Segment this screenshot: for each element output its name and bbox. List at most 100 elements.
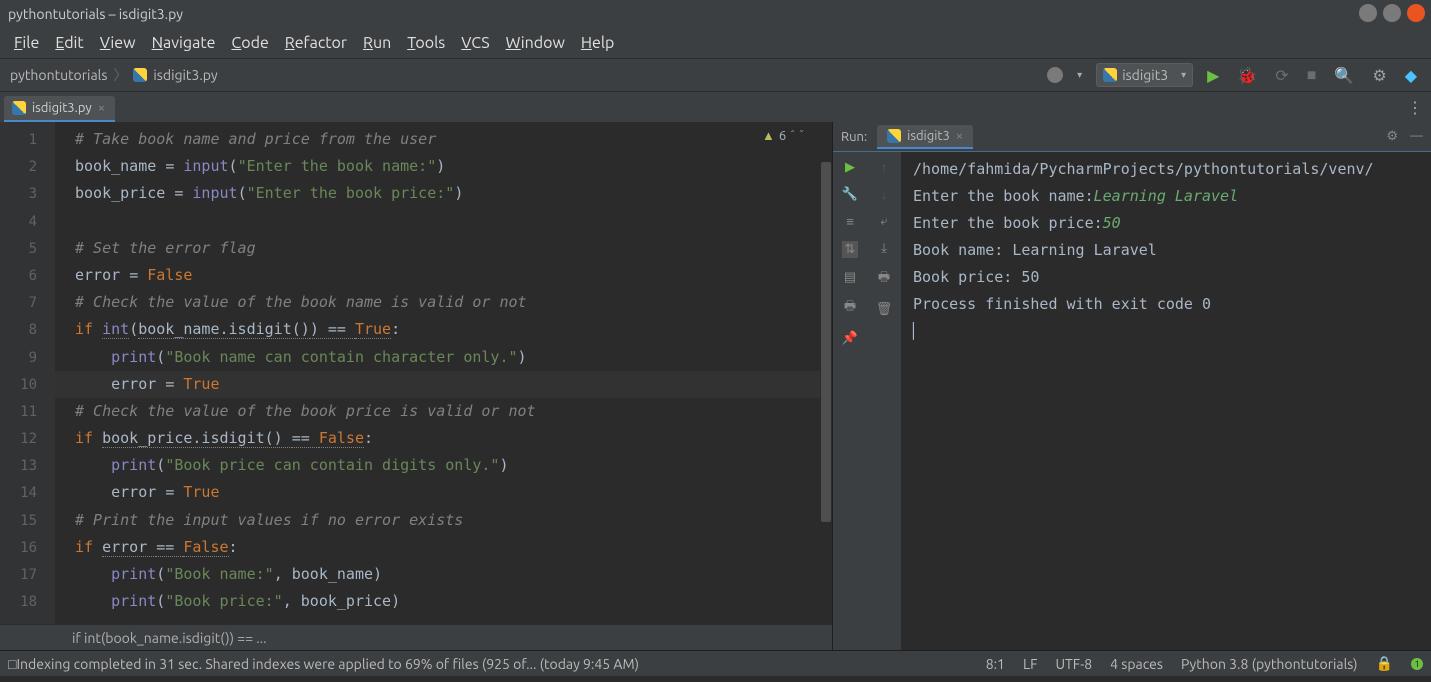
user-icon[interactable] [1047, 67, 1063, 83]
learn-icon[interactable]: ◆ [1401, 62, 1421, 89]
window-close-button[interactable] [1407, 4, 1425, 22]
window-titlebar: pythontutorials – isdigit3.py [0, 0, 1431, 28]
close-tab-icon[interactable]: × [956, 129, 963, 143]
code-line[interactable]: print("Book price can contain digits onl… [55, 452, 832, 479]
code-line[interactable]: print("Book name can contain character o… [55, 344, 832, 371]
console-line: Enter the book name:Learning Laravel [913, 183, 1431, 210]
trash-icon[interactable]: 🗑 [876, 302, 893, 317]
code-editor[interactable]: 123456789101112131415161718 # Take book … [0, 122, 832, 650]
editor-scrollbar[interactable] [820, 122, 832, 592]
close-tab-icon[interactable]: × [98, 101, 105, 115]
console-line: /home/fahmida/PycharmProjects/pythontuto… [913, 156, 1431, 183]
scroll-end-icon[interactable]: ⤓ [881, 241, 887, 256]
code-line[interactable]: error = True [55, 479, 832, 506]
settings-icon[interactable]: ⚙ [1368, 62, 1390, 89]
python-file-icon [887, 129, 901, 143]
debug-button[interactable]: 🐞 [1233, 62, 1261, 89]
run-settings-icon[interactable]: ⚙ [1386, 129, 1398, 144]
python-file-icon [133, 68, 147, 82]
console-line: Process finished with exit code 0 [913, 291, 1431, 318]
rerun-button[interactable]: ▶ [845, 160, 855, 175]
run-left-toolbar: ▶ 🔧 ≡ ⇅ ▤ 🖶 📌 [833, 152, 867, 650]
inspection-widget[interactable]: ▲ 6 ˆ ˇ [762, 128, 804, 143]
code-line[interactable]: # Take book name and price from the user [55, 126, 832, 153]
code-line[interactable]: # Check the value of the book name is va… [55, 289, 832, 316]
menu-edit[interactable]: Edit [47, 30, 91, 56]
window-minimize-button[interactable] [1359, 4, 1377, 22]
code-line[interactable]: if book_price.isdigit() == False: [55, 425, 832, 452]
python-file-icon [1103, 68, 1117, 82]
file-encoding[interactable]: UTF-8 [1055, 656, 1092, 672]
menu-help[interactable]: Help [573, 30, 623, 56]
editor-tab[interactable]: isdigit3.py × [4, 96, 115, 122]
code-line[interactable]: # Print the input values if no error exi… [55, 507, 832, 534]
menu-window[interactable]: Window [498, 30, 573, 56]
print-icon2[interactable]: 🖶 [878, 268, 890, 290]
code-line[interactable]: error = False [55, 262, 832, 289]
breadcrumb-separator: 〉 [113, 65, 127, 85]
run-configuration-selector[interactable]: isdigit3 [1096, 63, 1193, 87]
lock-icon[interactable]: 🔒 [1376, 655, 1393, 672]
print-icon[interactable]: 🖶 [844, 297, 856, 319]
breadcrumb-file[interactable]: isdigit3.py [153, 67, 217, 83]
code-line[interactable]: # Set the error flag [55, 235, 832, 262]
status-message: Indexing completed in 31 sec. Shared ind… [16, 656, 639, 672]
code-line[interactable]: # Check the value of the book price is v… [55, 398, 832, 425]
chevron-down-icon[interactable]: ˇ [799, 129, 804, 143]
run-console[interactable]: /home/fahmida/PycharmProjects/pythontuto… [901, 152, 1431, 650]
window-maximize-button[interactable] [1383, 4, 1401, 22]
user-dropdown-icon[interactable]: ▾ [1073, 65, 1086, 85]
editor-more-icon[interactable]: ⋮ [1407, 98, 1423, 117]
run-configuration-name: isdigit3 [1122, 67, 1168, 83]
indent-setting[interactable]: 4 spaces [1110, 656, 1163, 672]
stop-button[interactable]: ■ [1303, 62, 1321, 89]
code-line[interactable] [55, 208, 832, 235]
notification-badge[interactable]: 1 [1411, 658, 1423, 670]
code-line[interactable]: print("Book price:", book_price) [55, 588, 832, 615]
layout2-icon[interactable]: ⇅ [842, 241, 859, 258]
layout-icon[interactable]: ≡ [846, 214, 854, 229]
editor-gutter: 123456789101112131415161718 [0, 122, 55, 650]
menu-navigate[interactable]: Navigate [144, 30, 224, 56]
structure-breadcrumb[interactable]: if int(book_name.isdigit()) == ... [0, 624, 832, 650]
down-arrow-icon[interactable]: ↓ [881, 187, 888, 202]
up-arrow-icon[interactable]: ↑ [881, 160, 888, 175]
window-title: pythontutorials – isdigit3.py [8, 6, 183, 22]
hide-panel-icon[interactable]: — [1410, 129, 1423, 144]
python-interpreter[interactable]: Python 3.8 (pythontutorials) [1181, 656, 1358, 672]
console-line: Book price: 50 [913, 264, 1431, 291]
breadcrumb-project[interactable]: pythontutorials [10, 67, 107, 83]
menu-file[interactable]: File [6, 30, 47, 56]
menu-vcs[interactable]: VCS [453, 30, 497, 56]
run-tab[interactable]: isdigit3 × [877, 125, 973, 149]
columns-icon[interactable]: ▤ [844, 270, 856, 285]
line-ending[interactable]: LF [1023, 656, 1038, 672]
code-line[interactable]: print("Book name:", book_name) [55, 561, 832, 588]
code-line[interactable]: if error == False: [55, 534, 832, 561]
pin-icon[interactable]: 📌 [842, 331, 858, 346]
status-icon[interactable]: □ [8, 656, 16, 672]
wrap-icon[interactable]: ⤶ [880, 214, 887, 229]
code-line[interactable]: if int(book_name.isdigit()) == True: [55, 316, 832, 343]
chevron-up-icon[interactable]: ˆ [790, 129, 795, 143]
menu-refactor[interactable]: Refactor [277, 30, 355, 56]
python-file-icon [12, 101, 26, 115]
menu-view[interactable]: View [92, 30, 144, 56]
coverage-button[interactable]: ⟳ [1271, 62, 1292, 89]
main-menu-bar: FileEditViewNavigateCodeRefactorRunTools… [0, 28, 1431, 58]
menu-code[interactable]: Code [223, 30, 276, 56]
status-bar: □ Indexing completed in 31 sec. Shared i… [0, 650, 1431, 676]
editor-tab-bar: isdigit3.py × ⋮ [0, 92, 1431, 122]
menu-run[interactable]: Run [355, 30, 399, 56]
code-line[interactable]: book_name = input("Enter the book name:"… [55, 153, 832, 180]
code-line[interactable]: error = True [55, 371, 832, 398]
caret-position[interactable]: 8:1 [986, 656, 1005, 672]
menu-tools[interactable]: Tools [399, 30, 453, 56]
breadcrumb[interactable]: pythontutorials 〉 isdigit3.py [10, 65, 218, 85]
wrench-icon[interactable]: 🔧 [842, 187, 858, 202]
code-line[interactable]: book_price = input("Enter the book price… [55, 180, 832, 207]
run-button[interactable]: ▶ [1203, 62, 1223, 89]
editor-code-area[interactable]: # Take book name and price from the user… [55, 122, 832, 650]
console-line: Book name: Learning Laravel [913, 237, 1431, 264]
search-icon[interactable]: 🔍 [1330, 62, 1358, 89]
